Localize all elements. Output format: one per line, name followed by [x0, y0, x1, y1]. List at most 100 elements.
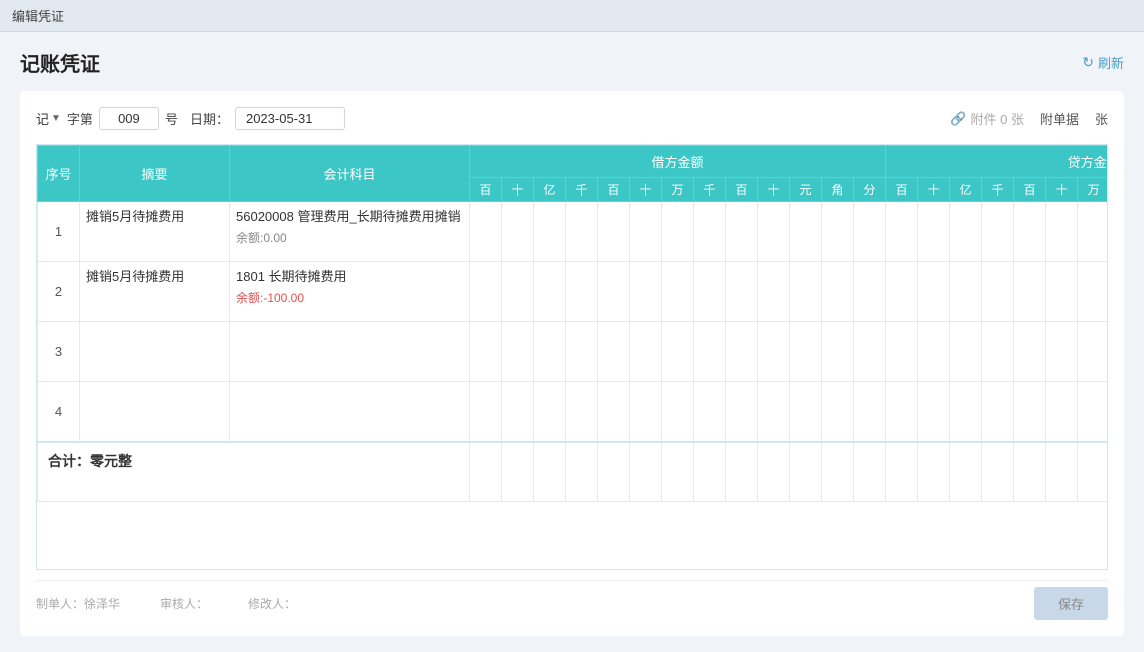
page-header: 记账凭证 ↻ 刷新 — [20, 48, 1124, 77]
row1-d10[interactable] — [758, 202, 790, 262]
row2-c2[interactable] — [918, 262, 950, 322]
row2-c7[interactable] — [1078, 262, 1108, 322]
row1-d13[interactable] — [854, 202, 886, 262]
voucher-meta: 记 ▼ 字第 号 日期： 🔗 附件 0 张 附单据 — [36, 107, 1108, 130]
voucher-number-input[interactable] — [99, 107, 159, 130]
row2-d6[interactable] — [630, 262, 662, 322]
row2-d4[interactable] — [566, 262, 598, 322]
row2-d12[interactable] — [822, 262, 854, 322]
single-doc-label[interactable]: 附单据 — [1040, 109, 1079, 128]
reviewer-field: 审核人： — [160, 595, 208, 612]
row1-c5[interactable] — [1014, 202, 1046, 262]
attachment-link[interactable]: 🔗 附件 0 张 — [950, 109, 1024, 128]
row2-d1[interactable] — [470, 262, 502, 322]
col-header-seq: 序号 — [38, 146, 80, 202]
row2-d3[interactable] — [534, 262, 566, 322]
save-btn-area: 保存 — [1034, 587, 1108, 620]
digit-header-d3: 亿 — [534, 178, 566, 202]
row1-d8[interactable] — [694, 202, 726, 262]
table-row: 4 — [38, 382, 1109, 442]
table-header-row-1: 序号 摘要 会计科目 借方金额 贷方金额 — [38, 146, 1109, 178]
row2-c3[interactable] — [950, 262, 982, 322]
attachment-area: 🔗 附件 0 张 附单据 张 — [950, 109, 1108, 128]
row1-d7[interactable] — [662, 202, 694, 262]
digit-header-c2: 十 — [918, 178, 950, 202]
row2-d8[interactable] — [694, 262, 726, 322]
row2-account[interactable]: 1801 长期待摊费用 余额:-100.00 — [230, 262, 470, 322]
row1-d5[interactable] — [598, 202, 630, 262]
digit-header-c3: 亿 — [950, 178, 982, 202]
date-label: 日期： — [190, 109, 229, 128]
window-title: 编辑凭证 — [12, 9, 64, 24]
digit-header-d7: 万 — [662, 178, 694, 202]
window: 编辑凭证 记账凭证 ↻ 刷新 记 ▼ 字第 号 — [0, 0, 1144, 652]
row2-d2[interactable] — [502, 262, 534, 322]
attachment-label: 附件 0 张 — [971, 109, 1024, 128]
row1-d12[interactable] — [822, 202, 854, 262]
voucher-type-group: 记 ▼ 字第 号 — [36, 107, 178, 130]
row1-c4[interactable] — [982, 202, 1014, 262]
number-suffix-label: 号 — [165, 109, 178, 128]
row1-c3[interactable] — [950, 202, 982, 262]
col-header-summary: 摘要 — [80, 146, 230, 202]
main-content: 记账凭证 ↻ 刷新 记 ▼ 字第 号 日期： — [0, 32, 1144, 652]
date-input[interactable] — [235, 107, 345, 130]
row1-d3[interactable] — [534, 202, 566, 262]
voucher-table-container: 序号 摘要 会计科目 借方金额 贷方金额 百 十 亿 千 百 十 — [36, 144, 1108, 570]
row2-c5[interactable] — [1014, 262, 1046, 322]
row1-c6[interactable] — [1046, 202, 1078, 262]
row1-seq: 1 — [38, 202, 80, 262]
row1-d6[interactable] — [630, 202, 662, 262]
row1-d2[interactable] — [502, 202, 534, 262]
digit-header-d12: 角 — [822, 178, 854, 202]
digit-header-c5: 百 — [1014, 178, 1046, 202]
row4-account[interactable] — [230, 382, 470, 442]
row2-c1[interactable] — [886, 262, 918, 322]
col-header-credit: 贷方金额 — [886, 146, 1108, 178]
voucher-type-value: 记 — [36, 109, 49, 128]
creator-value: 徐泽华 — [84, 597, 120, 611]
refresh-label: 刷新 — [1098, 53, 1124, 72]
row2-c6[interactable] — [1046, 262, 1078, 322]
row1-c7[interactable] — [1078, 202, 1108, 262]
row1-d4[interactable] — [566, 202, 598, 262]
total-label: 合计： — [48, 453, 90, 469]
voucher-type-dropdown[interactable]: 记 ▼ — [36, 109, 61, 128]
digit-header-d2: 十 — [502, 178, 534, 202]
save-button[interactable]: 保存 — [1034, 587, 1108, 620]
row2-d11[interactable] — [790, 262, 822, 322]
digit-header-d11: 元 — [790, 178, 822, 202]
row1-summary[interactable]: 摊销5月待摊费用 — [80, 202, 230, 262]
page-title: 记账凭证 — [20, 48, 100, 77]
chevron-down-icon: ▼ — [51, 113, 61, 124]
row2-d7[interactable] — [662, 262, 694, 322]
digit-header-c4: 千 — [982, 178, 1014, 202]
type-prefix-label: 字第 — [67, 109, 93, 128]
row2-d5[interactable] — [598, 262, 630, 322]
row1-c1[interactable] — [886, 202, 918, 262]
row3-summary[interactable] — [80, 322, 230, 382]
row2-c4[interactable] — [982, 262, 1014, 322]
col-header-account: 会计科目 — [230, 146, 470, 202]
row1-d11[interactable] — [790, 202, 822, 262]
row1-account[interactable]: 56020008 管理费用_长期待摊费用摊销 余额:0.00 — [230, 202, 470, 262]
creator-field: 制单人：徐泽华 — [36, 595, 120, 612]
row2-d13[interactable] — [854, 262, 886, 322]
refresh-icon: ↻ — [1082, 54, 1094, 71]
row2-summary[interactable]: 摊销5月待摊费用 — [80, 262, 230, 322]
row1-d9[interactable] — [726, 202, 758, 262]
row1-c2[interactable] — [918, 202, 950, 262]
digit-header-c6: 十 — [1046, 178, 1078, 202]
digit-header-d13: 分 — [854, 178, 886, 202]
row4-summary[interactable] — [80, 382, 230, 442]
digit-header-d9: 百 — [726, 178, 758, 202]
row3-account[interactable] — [230, 322, 470, 382]
paperclip-icon: 🔗 — [950, 111, 966, 127]
total-value: 零元整 — [90, 453, 132, 469]
table-row: 1 摊销5月待摊费用 56020008 管理费用_长期待摊费用摊销 余额:0.0… — [38, 202, 1109, 262]
refresh-button[interactable]: ↻ 刷新 — [1082, 53, 1124, 72]
row2-d10[interactable] — [758, 262, 790, 322]
row2-d9[interactable] — [726, 262, 758, 322]
row1-d1[interactable] — [470, 202, 502, 262]
digit-header-d6: 十 — [630, 178, 662, 202]
